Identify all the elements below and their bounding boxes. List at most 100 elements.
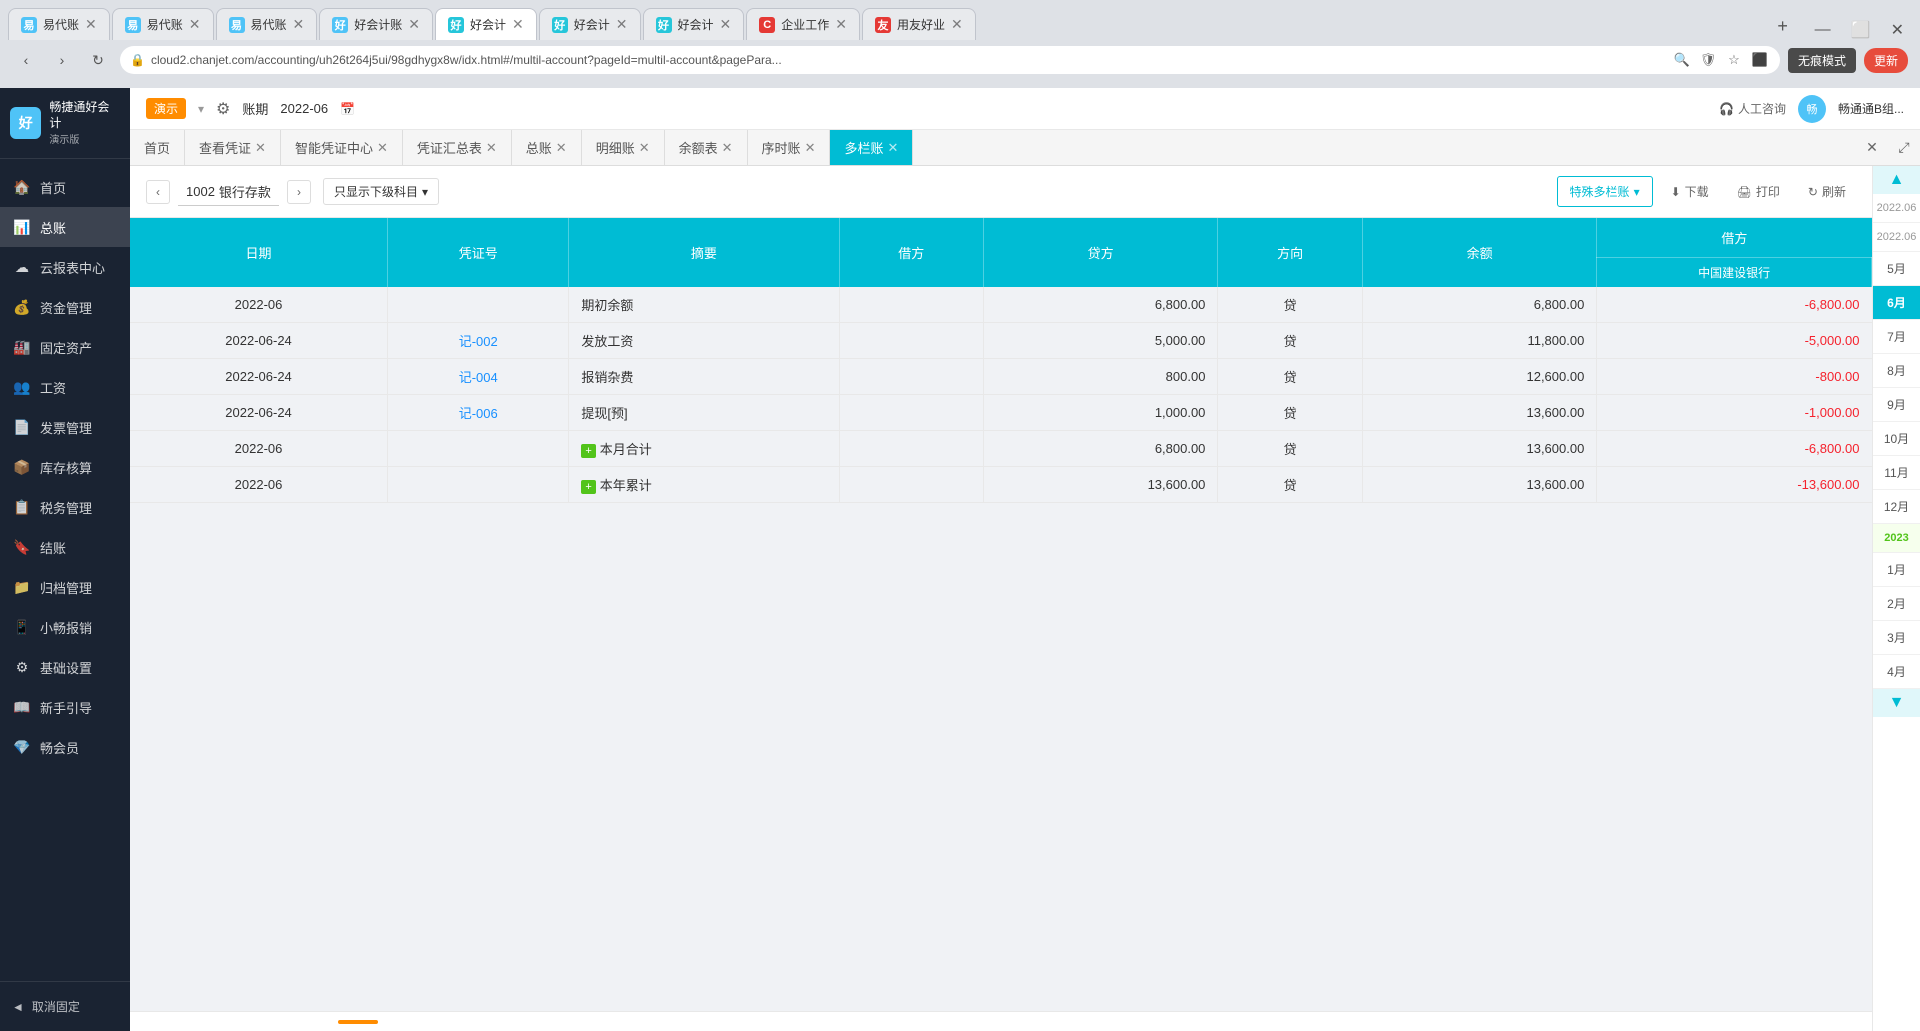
page-tab-总账[interactable]: 总账✕ bbox=[512, 130, 582, 165]
tab-close-button[interactable]: ✕ bbox=[85, 16, 97, 33]
sidebar-item-畅会员[interactable]: 💎 畅会员 bbox=[0, 727, 130, 767]
month-item-year-2023[interactable]: 2023 bbox=[1873, 524, 1920, 553]
sidebar-item-云报表中心[interactable]: ☁ 云报表中心 bbox=[0, 247, 130, 287]
settings-icon[interactable]: ⚙ bbox=[216, 99, 230, 119]
month-nav-up-button[interactable]: ▲ bbox=[1873, 166, 1920, 194]
sidebar-item-新手引导[interactable]: 📖 新手引导 bbox=[0, 687, 130, 727]
tab-close-button[interactable]: ✕ bbox=[512, 16, 524, 33]
voucher-link[interactable]: 记-002 bbox=[459, 334, 498, 349]
sidebar-item-固定资产[interactable]: 🏭 固定资产 bbox=[0, 327, 130, 367]
month-item-7[interactable]: 7月 bbox=[1873, 320, 1920, 354]
tab-close-button[interactable]: ✕ bbox=[720, 16, 732, 33]
sidebar-item-归档管理[interactable]: 📁 归档管理 bbox=[0, 567, 130, 607]
tab-collapse-button[interactable]: ✕ bbox=[1856, 132, 1888, 164]
browser-tab-2[interactable]: 易 易代账 ✕ bbox=[112, 8, 214, 40]
search-icon[interactable]: 🔍 bbox=[1672, 50, 1692, 70]
browser-tab-9[interactable]: 友 用友好业 ✕ bbox=[862, 8, 976, 40]
shield-icon[interactable]: 🛡 bbox=[1698, 50, 1718, 70]
print-button[interactable]: 🖨 打印 bbox=[1727, 177, 1790, 206]
month-item-6[interactable]: 6月 bbox=[1873, 286, 1920, 320]
month-item-2023-1[interactable]: 1月 bbox=[1873, 553, 1920, 587]
page-tab-close-button[interactable]: ✕ bbox=[805, 140, 816, 156]
browser-tab-5[interactable]: 好 好会计 ✕ bbox=[435, 8, 537, 40]
sidebar-item-资金管理[interactable]: 💰 资金管理 bbox=[0, 287, 130, 327]
star-icon[interactable]: ☆ bbox=[1724, 50, 1744, 70]
demo-dropdown[interactable]: ▾ bbox=[198, 102, 204, 116]
month-nav-down-button[interactable]: ▼ bbox=[1873, 689, 1920, 717]
browser-tab-1[interactable]: 易 易代账 ✕ bbox=[8, 8, 110, 40]
tab-close-button[interactable]: ✕ bbox=[408, 16, 420, 33]
reload-button[interactable]: ↻ bbox=[84, 46, 112, 74]
tab-close-button[interactable]: ✕ bbox=[835, 16, 847, 33]
month-item-2023-2[interactable]: 2月 bbox=[1873, 587, 1920, 621]
pin-button[interactable]: ◄ 取消固定 bbox=[0, 990, 130, 1023]
sidebar-item-基础设置[interactable]: ⚙ 基础设置 bbox=[0, 647, 130, 687]
minimize-button[interactable]: — bbox=[1815, 21, 1831, 39]
month-item-8[interactable]: 8月 bbox=[1873, 354, 1920, 388]
month-item-12[interactable]: 12月 bbox=[1873, 490, 1920, 524]
user-avatar[interactable]: 畅 bbox=[1798, 95, 1826, 123]
filter-dropdown[interactable]: 只显示下级科目 ▾ bbox=[323, 178, 439, 205]
tab-expand-button[interactable]: ⤢ bbox=[1888, 132, 1920, 164]
sidebar-item-发票管理[interactable]: 📄 发票管理 bbox=[0, 407, 130, 447]
page-tab-close-button[interactable]: ✕ bbox=[639, 140, 650, 156]
month-item-2022-06-2[interactable]: 2022.06 bbox=[1873, 223, 1920, 252]
close-button[interactable]: ✕ bbox=[1891, 20, 1904, 40]
no-trace-button[interactable]: 无痕模式 bbox=[1788, 48, 1856, 73]
tab-close-button[interactable]: ✕ bbox=[616, 16, 628, 33]
download-button[interactable]: ⬇ 下载 bbox=[1661, 177, 1719, 206]
page-tab-close-button[interactable]: ✕ bbox=[887, 140, 898, 156]
browser-tab-8[interactable]: C 企业工作 ✕ bbox=[746, 8, 860, 40]
page-tab-close-button[interactable]: ✕ bbox=[722, 140, 733, 156]
tab-close-button[interactable]: ✕ bbox=[189, 16, 201, 33]
month-item-2023-4[interactable]: 4月 bbox=[1873, 655, 1920, 689]
browser-tab-3[interactable]: 易 易代账 ✕ bbox=[216, 8, 318, 40]
prev-account-button[interactable]: ‹ bbox=[146, 180, 170, 204]
page-tab-close-button[interactable]: ✕ bbox=[377, 140, 388, 156]
maximize-button[interactable]: ⬜ bbox=[1851, 20, 1871, 40]
special-multi-ledger-button[interactable]: 特殊多栏账 ▾ bbox=[1557, 176, 1653, 207]
extend-icon[interactable]: ⬛ bbox=[1750, 50, 1770, 70]
new-tab-button[interactable]: + bbox=[1769, 12, 1797, 40]
sidebar-item-总账[interactable]: 📊 总账 bbox=[0, 207, 130, 247]
back-button[interactable]: ‹ bbox=[12, 46, 40, 74]
ledger-table-wrapper[interactable]: 日期 凭证号 摘要 借方 贷方 方向 余额 借方 中国建设银行 bbox=[130, 218, 1872, 1011]
sidebar-item-首页[interactable]: 🏠 首页 bbox=[0, 167, 130, 207]
page-tab-首页[interactable]: 首页 bbox=[130, 130, 185, 165]
page-tab-查看凭证[interactable]: 查看凭证✕ bbox=[185, 130, 281, 165]
sidebar-item-结账[interactable]: 🔖 结账 bbox=[0, 527, 130, 567]
page-tab-余额表[interactable]: 余额表✕ bbox=[665, 130, 748, 165]
browser-tab-7[interactable]: 好 好会计 ✕ bbox=[643, 8, 745, 40]
consult-button[interactable]: 🎧 人工咨询 bbox=[1719, 100, 1786, 117]
browser-tab-4[interactable]: 好 好会计账 ✕ bbox=[319, 8, 433, 40]
sidebar-item-税务管理[interactable]: 📋 税务管理 bbox=[0, 487, 130, 527]
page-tab-close-button[interactable]: ✕ bbox=[556, 140, 567, 156]
voucher-link[interactable]: 记-006 bbox=[459, 406, 498, 421]
month-item-2023-3[interactable]: 3月 bbox=[1873, 621, 1920, 655]
page-tab-close-button[interactable]: ✕ bbox=[486, 140, 497, 156]
tab-close-button[interactable]: ✕ bbox=[293, 16, 305, 33]
user-name[interactable]: 畅通通B组... bbox=[1838, 100, 1904, 117]
refresh-button[interactable]: ↻ 刷新 bbox=[1798, 177, 1856, 206]
next-account-button[interactable]: › bbox=[287, 180, 311, 204]
page-tab-序时账[interactable]: 序时账✕ bbox=[748, 130, 831, 165]
update-button[interactable]: 更新 bbox=[1864, 48, 1908, 73]
browser-tab-6[interactable]: 好 好会计 ✕ bbox=[539, 8, 641, 40]
page-tab-凭证汇总表[interactable]: 凭证汇总表✕ bbox=[403, 130, 512, 165]
month-item-5[interactable]: 5月 bbox=[1873, 252, 1920, 286]
forward-button[interactable]: › bbox=[48, 46, 76, 74]
sidebar-item-库存核算[interactable]: 📦 库存核算 bbox=[0, 447, 130, 487]
page-tab-智能凭证中心[interactable]: 智能凭证中心✕ bbox=[281, 130, 403, 165]
month-item-10[interactable]: 10月 bbox=[1873, 422, 1920, 456]
calendar-icon[interactable]: 📅 bbox=[340, 102, 355, 116]
sidebar-item-工资[interactable]: 👥 工资 bbox=[0, 367, 130, 407]
sidebar-item-小畅报销[interactable]: 📱 小畅报销 bbox=[0, 607, 130, 647]
page-tab-明细账[interactable]: 明细账✕ bbox=[582, 130, 665, 165]
tab-close-button[interactable]: ✕ bbox=[951, 16, 963, 33]
month-item-11[interactable]: 11月 bbox=[1873, 456, 1920, 490]
voucher-link[interactable]: 记-004 bbox=[459, 370, 498, 385]
page-tab-多栏账[interactable]: 多栏账✕ bbox=[830, 130, 913, 165]
month-item-2022-06-1[interactable]: 2022.06 bbox=[1873, 194, 1920, 223]
page-tab-close-button[interactable]: ✕ bbox=[255, 140, 266, 156]
account-selector[interactable]: 1002 银行存款 bbox=[178, 178, 279, 206]
